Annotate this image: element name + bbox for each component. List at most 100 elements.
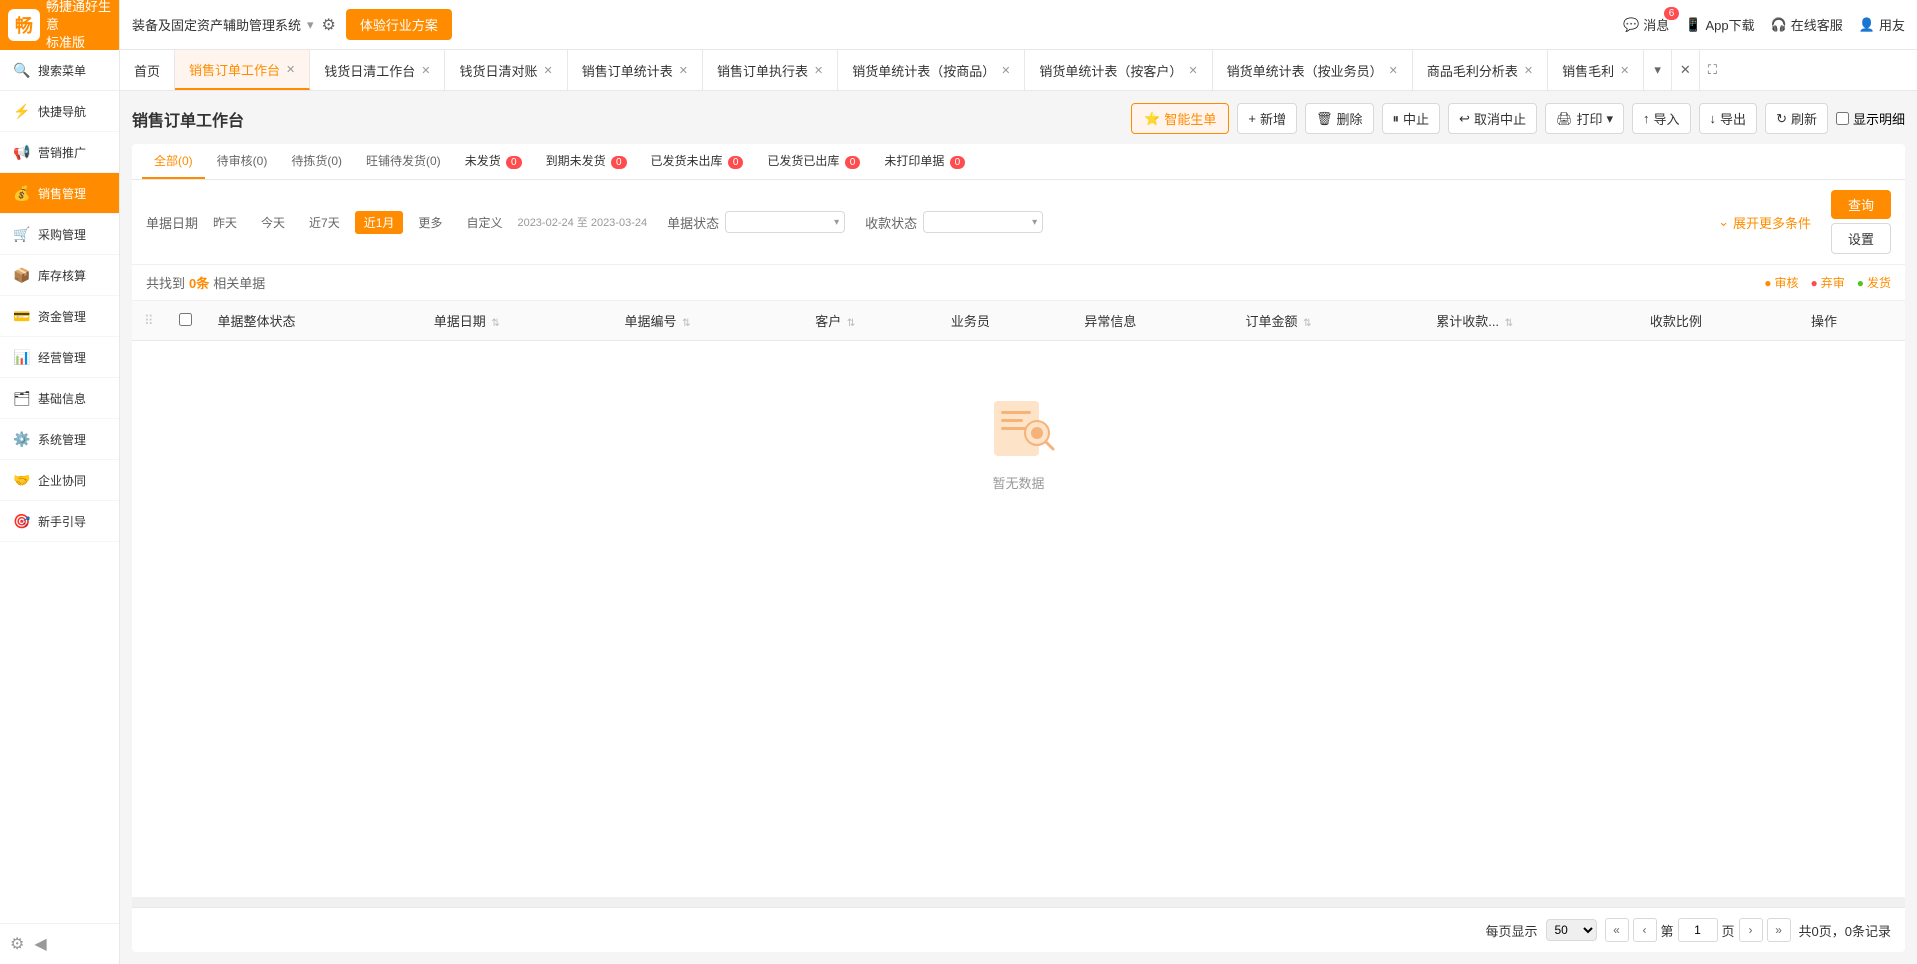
sidebar-item-operation[interactable]: 📊 经营管理 [0,337,119,378]
tab-cash-daily[interactable]: 钱货日清工作台 ✕ [310,50,445,90]
sidebar-item-quicknav[interactable]: ⚡ 快捷导航 [0,91,119,132]
tab-cash-reconcile-close[interactable]: ✕ [544,64,553,77]
sidebar-item-marketing[interactable]: 📢 营销推广 [0,132,119,173]
refresh-btn[interactable]: ↻ 刷新 [1765,103,1828,134]
sidebar-item-sales[interactable]: 💰 销售管理 [0,173,119,214]
delete-btn[interactable]: 🗑 删除 [1305,103,1374,134]
set-btn[interactable]: 设置 [1831,223,1891,254]
sidebar-item-search[interactable]: 🔍 搜索菜单 [0,50,119,91]
tab-sales-exec[interactable]: 销售订单执行表 ✕ [703,50,838,90]
tab-home[interactable]: 首页 [120,50,175,90]
show-detail-checkbox[interactable]: 显示明细 [1836,109,1905,128]
next-page-btn[interactable]: › [1739,918,1763,942]
tab-summary-staff-close[interactable]: ✕ [1389,64,1398,77]
subtab-all[interactable]: 全部(0) [142,144,205,179]
audit-action[interactable]: 审核 [1764,274,1798,291]
date-btn-7days[interactable]: 近7天 [300,211,349,234]
collapse-icon[interactable]: ◀ [34,934,46,954]
settings-icon[interactable]: ⚙ [10,934,24,954]
sidebar-item-purchase[interactable]: 🛒 采购管理 [0,214,119,255]
import-btn[interactable]: ↑ 导入 [1632,103,1691,134]
th-date[interactable]: 单据日期 ⇅ [422,301,613,341]
tab-sales-workbench[interactable]: 销售订单工作台 ✕ [175,50,310,90]
tab-sales-stat-close[interactable]: ✕ [679,64,688,77]
page-input[interactable] [1678,918,1718,942]
status-select[interactable] [725,211,845,233]
shipped-out-badge: 0 [845,156,861,169]
page-size-select[interactable]: 50 100 200 [1546,919,1597,941]
subtab-shipped-out[interactable]: 已发货已出库 0 [755,144,872,179]
th-number[interactable]: 单据编号 ⇅ [612,301,803,341]
tab-sales-more-close[interactable]: ✕ [1620,64,1629,77]
subtab-not-shipped[interactable]: 未发货 0 [453,144,534,179]
tab-summary-product-close[interactable]: ✕ [1001,64,1010,77]
prev-page-btn[interactable]: ‹ [1633,918,1657,942]
tab-more-btn[interactable]: ▾ [1644,50,1672,90]
sidebar-item-system[interactable]: ⚙️ 系统管理 [0,419,119,460]
sidebar-item-basic[interactable]: 🗂 基础信息 [0,378,119,419]
sidebar-item-enterprise[interactable]: 🤝 企业协同 [0,460,119,501]
first-page-btn[interactable]: « [1605,918,1629,942]
experience-btn[interactable]: 体验行业方案 [346,9,452,40]
suspend-btn[interactable]: ⏸ 中止 [1382,103,1441,134]
date-btn-1month[interactable]: 近1月 [355,211,404,234]
tab-cash-reconcile[interactable]: 钱货日清对账 ✕ [445,50,567,90]
ship-action[interactable]: 发货 [1857,274,1891,291]
th-checkbox[interactable] [166,301,206,341]
th-exception[interactable]: 异常信息 [1072,301,1233,341]
date-btn-more[interactable]: 更多 [409,211,451,234]
add-btn[interactable]: + 新增 [1237,103,1297,134]
tab-sales-stat[interactable]: 销售订单统计表 ✕ [568,50,703,90]
query-btn[interactable]: 查询 [1831,190,1891,219]
tab-expand-btn[interactable]: ⛶ [1700,50,1725,90]
subtab-overdue[interactable]: 到期未发货 0 [534,144,639,179]
tab-summary-customer-close[interactable]: ✕ [1188,64,1197,77]
tab-summary-customer[interactable]: 销货单统计表（按客户） ✕ [1025,50,1212,90]
select-all-checkbox[interactable] [179,313,192,326]
sidebar-item-newbie[interactable]: 🎯 新手引导 [0,501,119,542]
expand-btn[interactable]: ⌄ 展开更多条件 [1718,213,1811,232]
th-amount[interactable]: 订单金额 ⇅ [1233,301,1424,341]
smart-btn[interactable]: ⭐ 智能生单 [1131,103,1229,134]
basic-icon: 🗂 [12,388,32,408]
subtab-shipped-not-out[interactable]: 已发货未出库 0 [639,144,756,179]
horizontal-scrollbar[interactable] [132,897,1905,907]
show-detail-input[interactable] [1836,112,1849,125]
subtab-pending-pickup[interactable]: 待拣货(0) [279,144,354,179]
tab-sales-exec-close[interactable]: ✕ [814,64,823,77]
tab-gross-profit-close[interactable]: ✕ [1524,64,1533,77]
subtab-pending-audit[interactable]: 待审核(0) [205,144,280,179]
sidebar-item-finance[interactable]: 💳 资金管理 [0,296,119,337]
user-menu-btn[interactable]: 👤 用友 [1859,15,1905,34]
tab-gross-profit[interactable]: 商品毛利分析表 ✕ [1413,50,1548,90]
th-staff[interactable]: 业务员 [939,301,1073,341]
subtab-wangpu[interactable]: 旺铺待发货(0) [354,144,453,179]
last-page-btn[interactable]: » [1767,918,1791,942]
sales-label: 销售管理 [38,185,86,202]
th-customer[interactable]: 客户 ⇅ [803,301,939,341]
app-download-btn[interactable]: 📱 App下载 [1685,15,1754,34]
print-btn[interactable]: 🖨 打印 ▾ [1545,103,1624,134]
online-service-btn[interactable]: 🎧 在线客服 [1771,15,1843,34]
topbar-settings-icon[interactable]: ⚙ [322,15,336,35]
cancel-suspend-btn[interactable]: ↩ 取消中止 [1448,103,1537,134]
tab-summary-staff[interactable]: 销货单统计表（按业务员） ✕ [1213,50,1413,90]
date-btn-custom[interactable]: 自定义 [457,211,511,234]
abandon-action[interactable]: 弃审 [1810,274,1844,291]
message-btn[interactable]: 💬 消息 6 [1623,15,1669,34]
th-collected[interactable]: 累计收款... ⇅ [1424,301,1638,341]
date-btn-yesterday[interactable]: 昨天 [204,211,246,234]
payment-select[interactable] [923,211,1043,233]
content-header: 销售订单工作台 ⭐ 智能生单 + 新增 🗑 删除 ⏸ 中止 [132,103,1905,134]
th-status[interactable]: 单据整体状态 [206,301,422,341]
subtab-not-printed[interactable]: 未打印单据 0 [872,144,977,179]
tab-summary-product[interactable]: 销货单统计表（按商品） ✕ [838,50,1025,90]
tab-sales-more[interactable]: 销售毛利 ✕ [1548,50,1644,90]
sidebar-item-inventory[interactable]: 📦 库存核算 [0,255,119,296]
tab-sales-workbench-close[interactable]: ✕ [286,63,295,76]
search-icon: 🔍 [12,60,32,80]
tab-cash-daily-close[interactable]: ✕ [421,64,430,77]
tab-close-all-btn[interactable]: ✕ [1672,50,1700,90]
export-btn[interactable]: ↓ 导出 [1699,103,1758,134]
date-btn-today[interactable]: 今天 [252,211,294,234]
